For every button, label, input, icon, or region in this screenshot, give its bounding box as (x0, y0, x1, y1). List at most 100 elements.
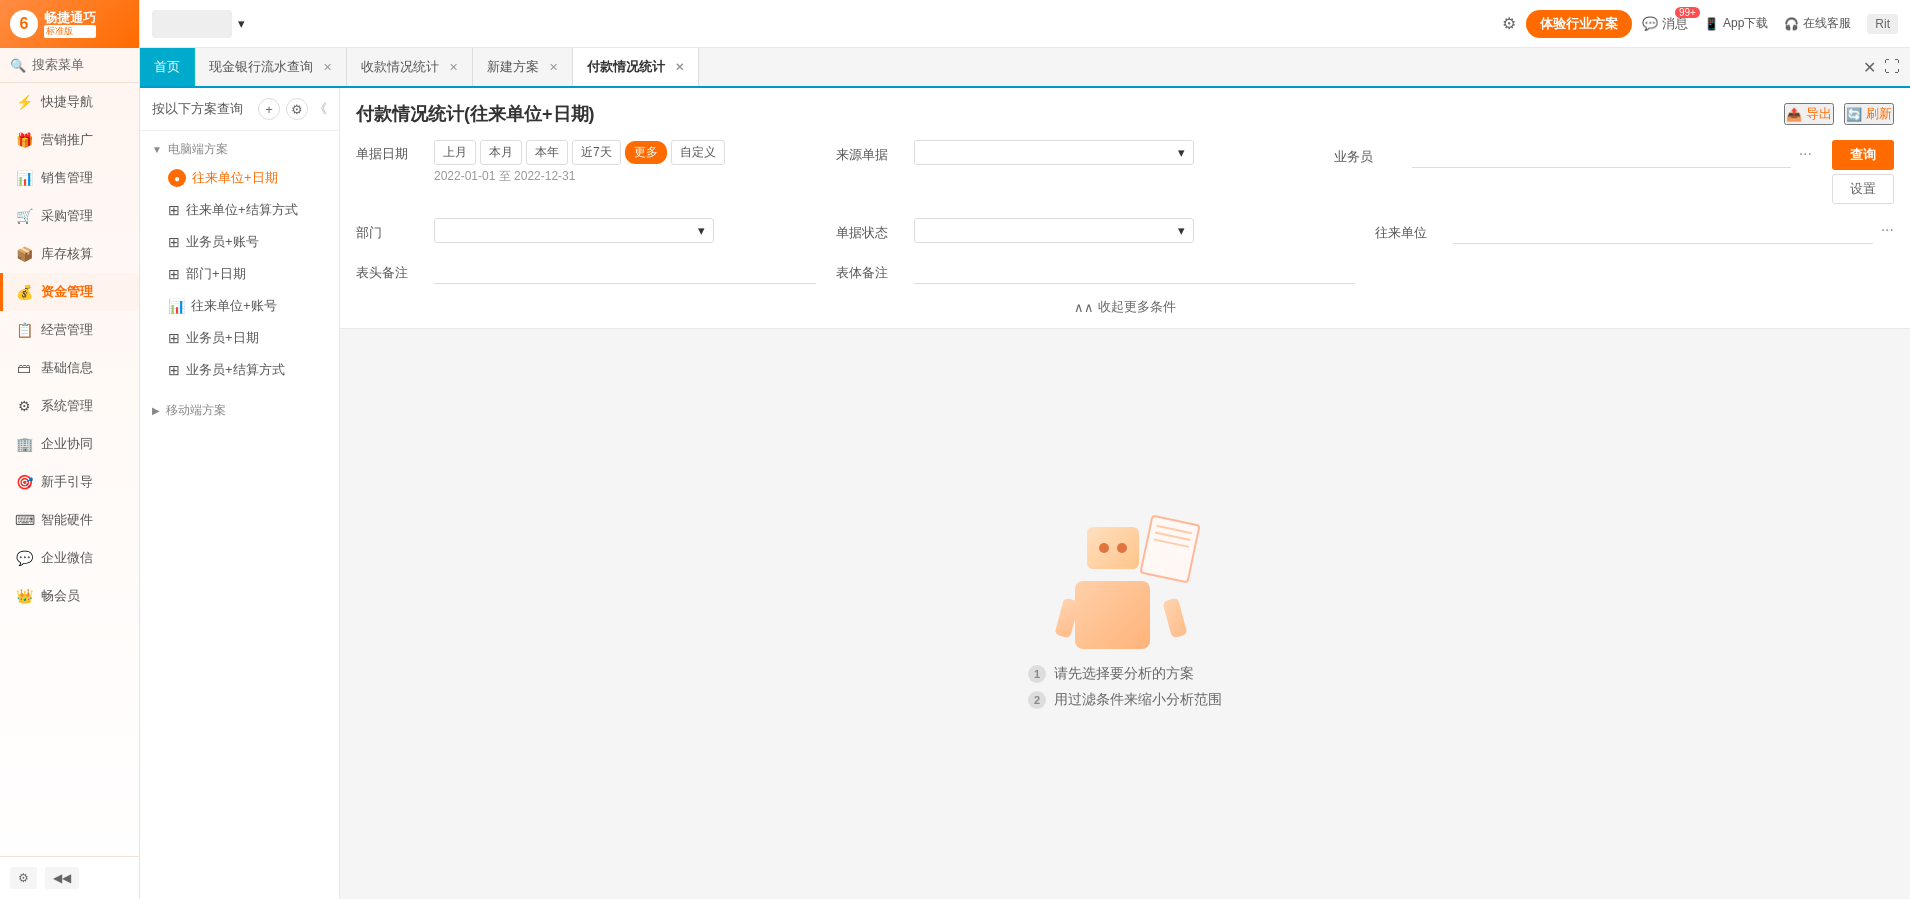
hint-item-1: 1 请先选择要分析的方案 (1028, 665, 1222, 683)
plan-item-staff-payment[interactable]: ⊞业务员+结算方式 (140, 354, 339, 386)
plan-group-mobile: ▶移动端方案 (140, 392, 339, 429)
nav-label-marketing: 营销推广 (41, 131, 93, 149)
plan-group-header-mobile[interactable]: ▶移动端方案 (140, 398, 339, 423)
plan-item-staff-date[interactable]: ⊞业务员+日期 (140, 322, 339, 354)
plan-item-partner-payment[interactable]: ⊞往来单位+结算方式 (140, 194, 339, 226)
staff-more-icon[interactable]: ··· (1799, 145, 1812, 163)
custom-date-btn[interactable]: 自定义 (671, 140, 725, 165)
sidebar-item-system[interactable]: ⚙系统管理 (0, 387, 139, 425)
sidebar-item-quick-nav[interactable]: ⚡快捷导航 (0, 83, 139, 121)
dept-select[interactable]: ▾ (434, 218, 714, 243)
headset-icon: 🎧 (1784, 17, 1799, 31)
sidebar-item-member[interactable]: 👑畅会员 (0, 577, 139, 615)
expand-tab-icon[interactable]: ⛶ (1884, 58, 1900, 76)
status-select[interactable]: ▾ (914, 218, 1194, 243)
tab-receipt[interactable]: 收款情况统计✕ (347, 48, 473, 86)
hint-text-1: 请先选择要分析的方案 (1054, 665, 1194, 683)
plan-item-table-icon: ⊞ (168, 330, 180, 346)
last-month-btn[interactable]: 上月 (434, 140, 476, 165)
sidebar-item-wechat[interactable]: 💬企业微信 (0, 539, 139, 577)
sidebar-item-finance[interactable]: 💰资金管理 (0, 273, 139, 311)
empty-hint: 1 请先选择要分析的方案 2 用过滤条件来缩小分析范围 (1028, 665, 1222, 709)
hint-num-2: 2 (1028, 691, 1046, 709)
date-buttons-group: 上月 本月 本年 近7天 更多 自定义 (434, 140, 816, 165)
collapse-row: ∧∧ 收起更多条件 (356, 292, 1894, 318)
app-download-button[interactable]: 📱 App下载 (1704, 15, 1768, 32)
plan-group-header-desktop[interactable]: ▼电脑端方案 (140, 137, 339, 162)
sidebar-item-guide[interactable]: 🎯新手引导 (0, 463, 139, 501)
sidebar-item-operation[interactable]: 📋经营管理 (0, 311, 139, 349)
collapse-chevron-icon: ∧∧ (1074, 300, 1094, 315)
topbar-settings-icon[interactable]: ⚙ (1502, 14, 1516, 33)
add-plan-button[interactable]: + (258, 98, 280, 120)
more-dates-btn[interactable]: 更多 (625, 141, 667, 164)
topbar-right: 💬 消息 99+ 📱 App下载 🎧 在线客服 Rit (1642, 14, 1898, 34)
body-note-label: 表体备注 (836, 259, 906, 282)
last-7-days-btn[interactable]: 近7天 (572, 140, 621, 165)
filter-settings-button[interactable]: 设置 (1832, 174, 1894, 204)
nav-icon-enterprise: 🏢 (15, 436, 33, 452)
refresh-icon: 🔄 (1846, 107, 1862, 122)
dept-filter-label: 部门 (356, 219, 426, 242)
nav-icon-hardware: ⌨ (15, 512, 33, 528)
source-select[interactable]: ▾ (914, 140, 1194, 165)
tab-close-receipt[interactable]: ✕ (449, 61, 458, 74)
messages-badge: 99+ (1675, 7, 1700, 18)
plan-item-dept-date[interactable]: ⊞部门+日期 (140, 258, 339, 290)
sidebar-item-hardware[interactable]: ⌨智能硬件 (0, 501, 139, 539)
online-service-button[interactable]: 🎧 在线客服 (1784, 15, 1851, 32)
logo-icon: 6 (10, 10, 38, 38)
sidebar-item-basic[interactable]: 🗃基础信息 (0, 349, 139, 387)
tab-close-payment[interactable]: ✕ (675, 61, 684, 74)
sidebar-item-marketing[interactable]: 🎁营销推广 (0, 121, 139, 159)
sidebar-item-enterprise[interactable]: 🏢企业协同 (0, 425, 139, 463)
sidebar-item-purchase[interactable]: 🛒采购管理 (0, 197, 139, 235)
tab-label-new-plan: 新建方案 (487, 58, 539, 76)
page-title: 付款情况统计(往来单位+日期) (356, 102, 595, 126)
close-tab-icon[interactable]: ✕ (1863, 58, 1876, 77)
plan-settings-button[interactable]: ⚙ (286, 98, 308, 120)
refresh-button[interactable]: 🔄 刷新 (1844, 103, 1894, 125)
plan-item-table-icon: ⊞ (168, 202, 180, 218)
plan-item-label-dept-date: 部门+日期 (186, 265, 246, 283)
partner-more-icon[interactable]: ··· (1881, 221, 1894, 239)
tabs-bar: 首页现金银行流水查询✕收款情况统计✕新建方案✕付款情况统计✕✕⛶ (140, 48, 1910, 88)
collapse-conditions-button[interactable]: ∧∧ 收起更多条件 (1074, 298, 1176, 316)
tabs-actions: ✕⛶ (1853, 48, 1910, 86)
sidebar-search-label: 搜索菜单 (32, 56, 84, 74)
tab-home[interactable]: 首页 (140, 48, 195, 86)
group-label-desktop: 电脑端方案 (168, 141, 228, 158)
tab-bank[interactable]: 现金银行流水查询✕ (195, 48, 347, 86)
sidebar-item-sales[interactable]: 📊销售管理 (0, 159, 139, 197)
this-month-btn[interactable]: 本月 (480, 140, 522, 165)
export-button[interactable]: 📤 导出 (1784, 103, 1834, 125)
plan-item-staff-account[interactable]: ⊞业务员+账号 (140, 226, 339, 258)
trial-plan-button[interactable]: 体验行业方案 (1526, 10, 1632, 38)
panel-header: 按以下方案查询 + ⚙ 《 (140, 88, 339, 131)
nav-icon-operation: 📋 (15, 322, 33, 338)
plan-item-partner-date[interactable]: ●往来单位+日期 (140, 162, 339, 194)
plan-item-label-partner-date: 往来单位+日期 (192, 169, 278, 187)
nav-label-guide: 新手引导 (41, 473, 93, 491)
panel-collapse-button[interactable]: 《 (314, 100, 327, 118)
plan-item-partner-account[interactable]: 📊往来单位+账号 (140, 290, 339, 322)
sidebar-item-inventory[interactable]: 📦库存核算 (0, 235, 139, 273)
logo-text: 畅捷通巧 (44, 10, 96, 26)
nav-label-member: 畅会员 (41, 587, 80, 605)
messages-button[interactable]: 💬 消息 99+ (1642, 15, 1688, 33)
user-menu[interactable]: Rit (1867, 14, 1898, 34)
dept-dropdown-icon: ▾ (698, 223, 705, 238)
tab-close-new-plan[interactable]: ✕ (549, 61, 558, 74)
sidebar-search-item[interactable]: 🔍 搜索菜单 (0, 48, 139, 83)
tab-close-bank[interactable]: ✕ (323, 61, 332, 74)
plan-group-desktop: ▼电脑端方案●往来单位+日期⊞往来单位+结算方式⊞业务员+账号⊞部门+日期📊往来… (140, 131, 339, 392)
this-year-btn[interactable]: 本年 (526, 140, 568, 165)
query-button[interactable]: 查询 (1832, 140, 1894, 170)
tab-label-payment: 付款情况统计 (587, 58, 665, 76)
group-label-mobile: 移动端方案 (166, 402, 226, 419)
sidebar-collapse-button[interactable]: ◀◀ (45, 867, 79, 889)
tab-new-plan[interactable]: 新建方案 ✕ (473, 48, 573, 86)
sidebar-settings-button[interactable]: ⚙ (10, 867, 37, 889)
tab-payment[interactable]: 付款情况统计 ✕ (573, 48, 699, 88)
tab-label-home: 首页 (154, 58, 180, 76)
